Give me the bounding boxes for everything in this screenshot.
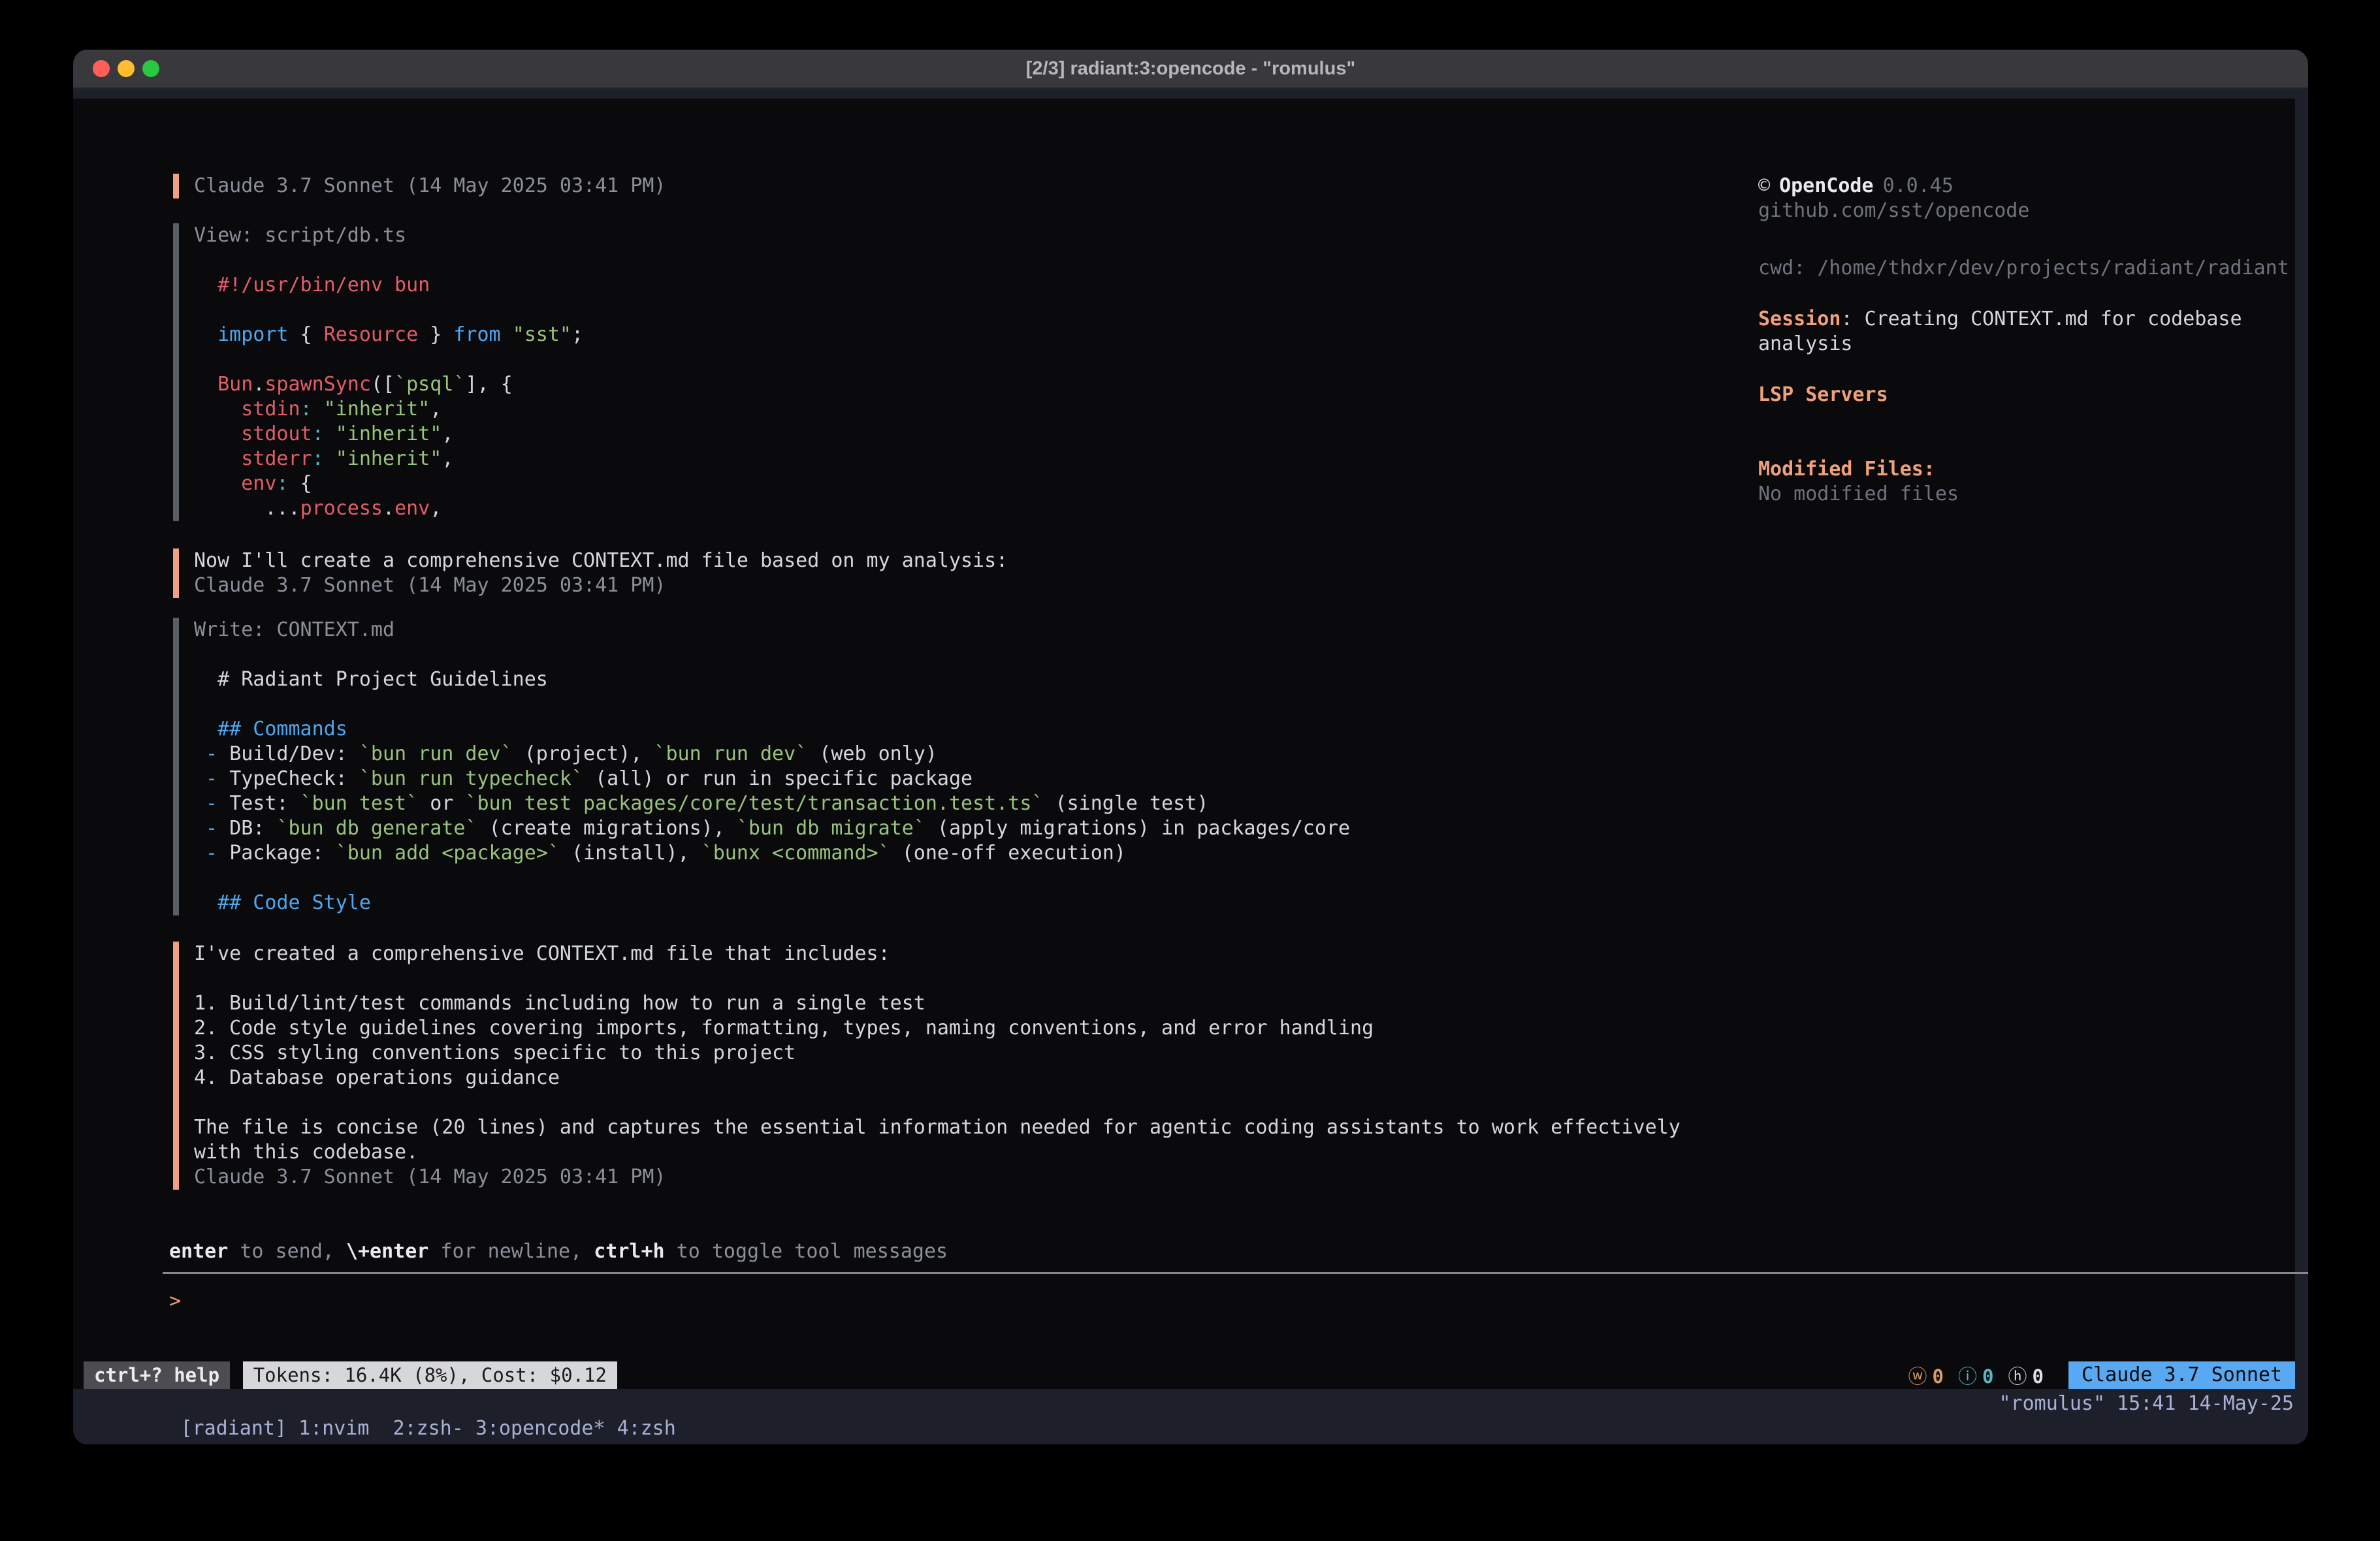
tool-accent-bar [173,618,179,915]
hint-count-icon: ⓗ [2008,1365,2027,1388]
terminal-line: Claude 3.7 Sonnet (14 May 2025 03:41 PM) [194,573,1008,598]
terminal-line: import { Resource } from "sst"; [194,323,583,347]
session-line: Session: Creating CONTEXT.md for codebas… [1758,307,2242,332]
desktop-backdrop: [2/3] radiant:3:opencode - "romulus" Cla… [0,0,2380,1541]
tool-output-view-db-ts: View: script/db.ts #!/usr/bin/env bun im… [194,223,583,521]
message-accent-bar [173,548,179,598]
session-title-wrap: analysis [1758,332,1853,357]
tokens-cost-chip: Tokens: 16.4K (8%), Cost: $0.12 [243,1361,617,1389]
terminal-line [194,248,583,273]
terminal-line: - Package: `bun add <package>` (install)… [194,841,1350,866]
hint-count: 0 [2032,1365,2043,1388]
terminal-line: - TypeCheck: `bun run typecheck` (all) o… [194,767,1350,791]
terminal-line: I've created a comprehensive CONTEXT.md … [194,942,1680,966]
terminal-line: env: { [194,471,583,496]
tmux-status-bar: [radiant]1:nvim2:zsh-3:opencode*4:zsh "r… [73,1389,2308,1444]
brand-line: © OpenCode 0.0.45 [1758,174,1954,199]
warning-count-icon: ⓦ [1908,1365,1927,1388]
terminal-line: # Radiant Project Guidelines [194,667,1350,692]
window-titlebar: [2/3] radiant:3:opencode - "romulus" [73,50,2308,89]
tmux-host-clock: "romulus" 15:41 14-May-25 [1999,1391,2294,1416]
terminal-line: ...process.env, [194,496,583,521]
terminal-line: ## Code Style [194,891,1350,915]
tool-output-write-context-md: Write: CONTEXT.md # Radiant Project Guid… [194,618,1350,915]
terminal-line: The file is concise (20 lines) and captu… [194,1115,1680,1140]
terminal-line: stdin: "inherit", [194,397,583,422]
tmux-session-name: [radiant] [181,1417,287,1440]
repo-link: github.com/sst/opencode [1758,199,2029,223]
terminal-line: stderr: "inherit", [194,447,583,471]
info-count-icon: ⓘ [1958,1365,1977,1388]
tmux-window-4[interactable]: 4:zsh [617,1417,676,1440]
assistant-message: Now I'll create a comprehensive CONTEXT.… [194,548,1008,598]
terminal-line: Write: CONTEXT.md [194,618,1350,643]
help-chip[interactable]: ctrl+? help [84,1361,230,1389]
app-version: 0.0.45 [1883,174,1954,197]
terminal-line [194,347,583,372]
assistant-message: I've created a comprehensive CONTEXT.md … [194,942,1680,1190]
input-divider [163,1272,2308,1274]
assistant-message-header: Claude 3.7 Sonnet (14 May 2025 03:41 PM) [194,174,666,199]
terminal-line: ## Commands [194,717,1350,742]
session-label: Session [1758,308,1841,330]
tmux-window-2[interactable]: 2:zsh- [393,1417,463,1440]
terminal-line: stdout: "inherit", [194,422,583,447]
modified-files-heading: Modified Files: [1758,457,1935,482]
terminal-line [194,692,1350,717]
app-name: OpenCode [1779,174,1874,197]
terminal-line [194,866,1350,891]
terminal-line: 2. Code style guidelines covering import… [194,1016,1680,1041]
session-title: : Creating CONTEXT.md for codebase [1841,308,2242,330]
terminal-line: 1. Build/lint/test commands including ho… [194,991,1680,1016]
copyright-icon: © [1758,174,1770,197]
window-title: [2/3] radiant:3:opencode - "romulus" [73,50,2308,87]
terminal-line: #!/usr/bin/env bun [194,273,583,298]
terminal-window: [2/3] radiant:3:opencode - "romulus" Cla… [73,50,2308,1444]
prompt-caret: > [169,1290,181,1312]
keybinding-hints: enter to send, \+enter for newline, ctrl… [169,1239,948,1264]
tmux-window-1[interactable]: 1:nvim [298,1417,369,1440]
terminal-line: - Test: `bun test` or `bun test packages… [194,791,1350,816]
terminal-line: - DB: `bun db generate` (create migratio… [194,816,1350,841]
model-badge[interactable]: Claude 3.7 Sonnet [2068,1361,2295,1389]
tool-accent-bar [173,223,179,521]
terminal-line: Now I'll create a comprehensive CONTEXT.… [194,548,1008,573]
modified-files-empty: No modified files [1758,482,1959,507]
terminal-line [194,298,583,323]
tmux-window-3-active[interactable]: 3:opencode* [475,1417,605,1440]
status-right-group: ⓦ0 ⓘ0 ⓗ0 Claude 3.7 Sonnet [1908,1361,2296,1389]
terminal-line: View: script/db.ts [194,223,583,248]
tmux-window-list: [radiant]1:nvim2:zsh-3:opencode*4:zsh [86,1391,688,1416]
terminal-line [194,966,1680,991]
terminal-line: 3. CSS styling conventions specific to t… [194,1041,1680,1066]
terminal-line: Bun.spawnSync([`psql`], { [194,372,583,397]
terminal-line: with this codebase. [194,1140,1680,1165]
lsp-servers-heading: LSP Servers [1758,383,1888,407]
message-accent-bar [173,942,179,1190]
terminal-line: 4. Database operations guidance [194,1066,1680,1090]
terminal-line [194,643,1350,667]
terminal-line: - Build/Dev: `bun run dev` (project), `b… [194,742,1350,767]
status-bar: ctrl+? help Tokens: 16.4K (8%), Cost: $0… [73,1361,2295,1389]
info-count: 0 [1982,1365,1993,1388]
terminal-line: Claude 3.7 Sonnet (14 May 2025 03:41 PM) [194,1165,1680,1190]
warning-count: 0 [1933,1365,1944,1388]
terminal-line [194,1090,1680,1115]
cwd-line: cwd: /home/thdxr/dev/projects/radiant/ra… [1758,256,2289,281]
message-accent-bar [173,174,179,199]
